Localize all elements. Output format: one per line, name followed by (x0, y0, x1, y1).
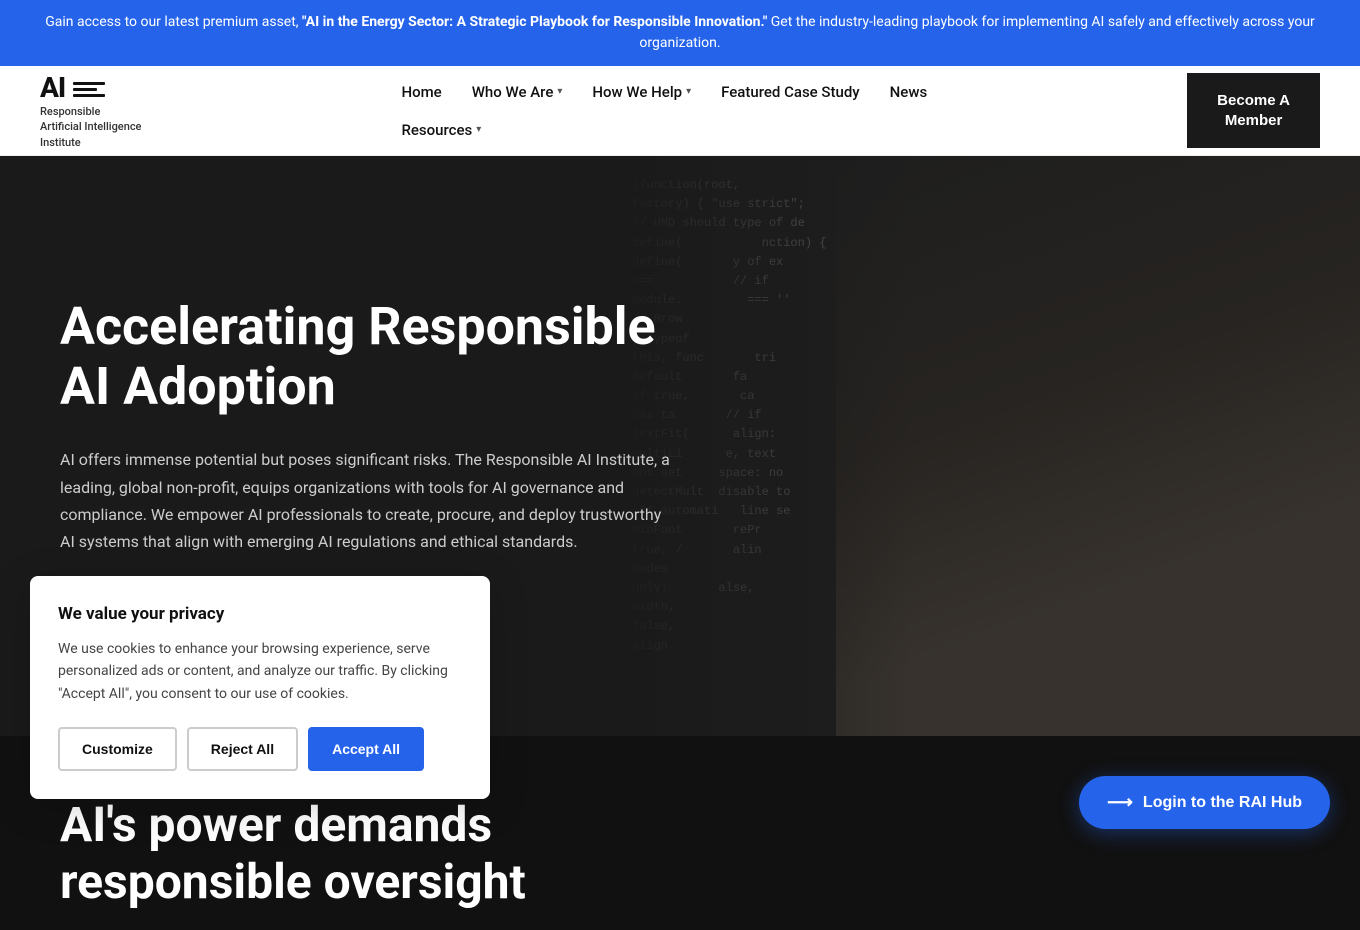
cookie-banner-buttons: Customize Reject All Accept All (58, 727, 462, 771)
logo-line-2 (73, 88, 97, 91)
nav-who-we-are[interactable]: Who We Are ▾ (460, 75, 575, 109)
hero-person-image (836, 156, 1360, 736)
login-icon: ⟶ (1107, 792, 1133, 813)
banner-title: "AI in the Energy Sector: A Strategic Pl… (302, 14, 767, 30)
login-to-rai-hub-button[interactable]: ⟶ Login to the RAI Hub (1079, 776, 1330, 829)
banner-prefix: Gain access to our latest premium asset, (45, 14, 298, 30)
logo-line-1 (73, 82, 105, 85)
logo-ai-text: AI (40, 71, 65, 104)
nav-row-top: Home Who We Are ▾ How We Help ▾ Featured… (389, 75, 939, 109)
nav-featured-case-study[interactable]: Featured Case Study (709, 75, 872, 109)
become-member-button[interactable]: Become A Member (1187, 73, 1320, 148)
logo-combined: AI Responsible Artificial Intelligence I… (40, 71, 141, 150)
nav-resources[interactable]: Resources ▾ (389, 113, 493, 147)
nav-how-we-help[interactable]: How We Help ▾ (580, 75, 703, 109)
customize-button[interactable]: Customize (58, 727, 177, 771)
login-button-label: Login to the RAI Hub (1143, 794, 1302, 812)
bottom-title: AI's power demands responsible oversight (60, 796, 560, 910)
navbar: AI Responsible Artificial Intelligence I… (0, 66, 1360, 156)
resources-chevron: ▾ (476, 124, 481, 135)
nav-home[interactable]: Home (389, 75, 453, 109)
nav-links: Home Who We Are ▾ How We Help ▾ Featured… (389, 75, 939, 147)
hero-title: Accelerating Responsible AI Adoption (60, 297, 690, 417)
who-we-are-chevron: ▾ (557, 86, 562, 97)
logo[interactable]: AI Responsible Artificial Intelligence I… (40, 71, 141, 150)
top-banner: Gain access to our latest premium asset,… (0, 0, 1360, 66)
logo-line-3 (73, 94, 105, 97)
logo-full-name: Responsible Artificial Intelligence Inst… (40, 104, 141, 150)
cookie-banner-description: We use cookies to enhance your browsing … (58, 638, 462, 705)
hero-description: AI offers immense potential but poses si… (60, 446, 680, 555)
reject-all-button[interactable]: Reject All (187, 727, 298, 771)
how-we-help-chevron: ▾ (686, 86, 691, 97)
logo-lines (73, 82, 105, 97)
accept-all-button[interactable]: Accept All (308, 727, 424, 771)
nav-row-bottom: Resources ▾ (389, 113, 939, 147)
nav-news[interactable]: News (878, 75, 940, 109)
cookie-banner-title: We value your privacy (58, 604, 462, 624)
cookie-banner: We value your privacy We use cookies to … (30, 576, 490, 799)
